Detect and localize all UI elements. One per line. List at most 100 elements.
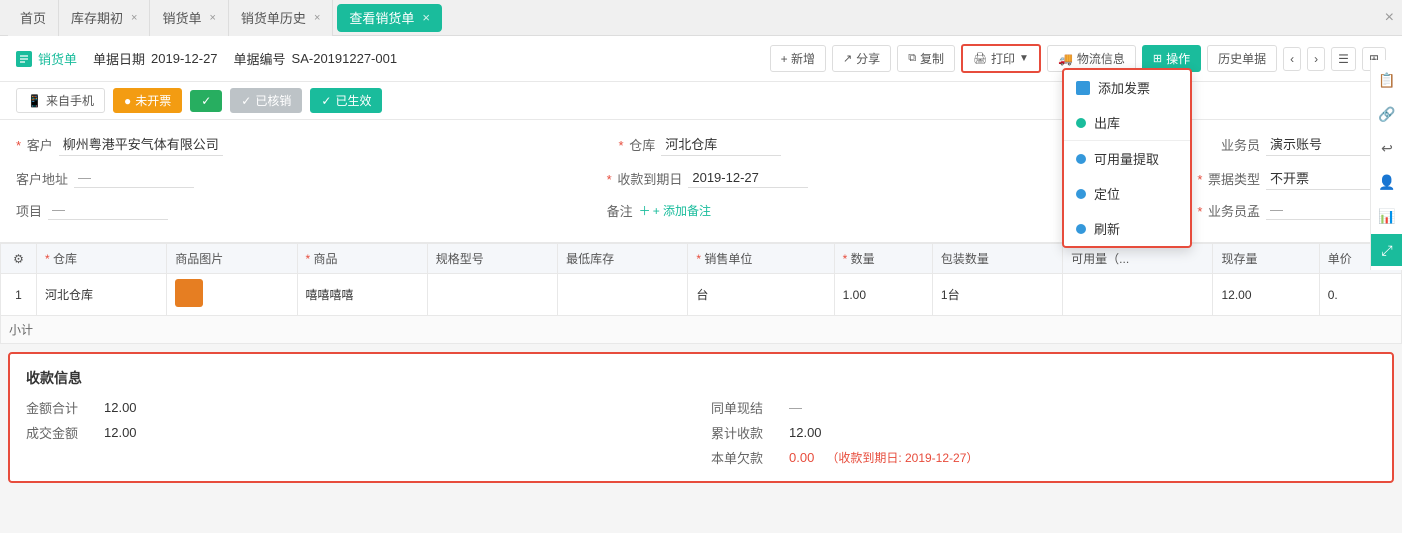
close-view-sales[interactable]: × [422,10,430,25]
locate-icon [1076,189,1086,199]
subtotal-label: 小计 [1,316,1402,344]
phone-icon: 📱 [27,94,42,108]
row-available [1063,274,1213,316]
address-value: — [74,168,194,188]
close-inventory-init[interactable]: × [131,12,137,24]
staff2-field: * 业务员孟 — [1197,200,1386,220]
cumulative-value: 12.00 [789,425,822,440]
history-button[interactable]: 历史单据 [1207,45,1277,72]
row-pack-qty: 1台 [932,274,1062,316]
ticket-type-value: 不开票 [1266,166,1386,190]
same-order-value: — [789,400,802,415]
col-image: 商品图片 [167,244,297,274]
balance-detail-row: 本单欠款 0.00 （收款到期日: 2019-12-27） [711,448,1376,467]
dropdown-outbound[interactable]: 出库 [1064,105,1190,140]
dropdown-qty-pick[interactable]: 可用量提取 [1064,141,1190,176]
row-current-stock: 12.00 [1213,274,1319,316]
share-button[interactable]: ↗ 分享 [832,45,891,72]
dropdown-add-invoice[interactable]: 添加发票 [1064,70,1190,105]
doc-number-area: 单据编号 SA-20191227-001 [234,49,398,68]
table-row: 1 河北仓库 嘻嘻嘻嘻 台 1.00 1台 12.00 0. [1,274,1402,316]
from-phone-button[interactable]: 📱 来自手机 [16,88,105,113]
logistics-icon: 🚚 [1058,52,1073,66]
check-icon: ✓ [201,94,211,108]
sidebar-icon-expand[interactable]: ⤢ [1371,234,1402,266]
sidebar-icon-link[interactable]: 🔗 [1371,98,1402,130]
tab-bar: 首页 库存期初 × 销货单 × 销货单历史 × 查看销货单 × × [0,0,1402,36]
window-close-button[interactable]: × [1385,9,1394,27]
effective-button[interactable]: ✓ 已生效 [310,88,382,113]
not-opened-button[interactable]: ● 未开票 [113,88,182,113]
sold-out-button[interactable]: ✓ 已核销 [230,88,302,113]
new-button[interactable]: + 新增 [770,45,826,72]
nav-prev-button[interactable]: ‹ [1283,47,1301,71]
plus-icon: ＋ [639,202,651,219]
col-current-stock: 现存量 [1213,244,1319,274]
dropdown-locate[interactable]: 定位 [1064,176,1190,211]
transaction-row: 成交金额 12.00 [26,423,691,442]
tab-sales-history[interactable]: 销货单历史 × [229,0,333,36]
ticket-icon: ● [124,94,131,108]
row-seq: 1 [1,274,37,316]
sold-icon: ✓ [241,94,251,108]
project-value: — [48,200,168,220]
add-invoice-icon [1076,81,1090,95]
done-check[interactable]: ✓ [190,90,222,112]
effective-icon: ✓ [321,94,331,108]
amount-total-row: 金额合计 12.00 [26,398,691,417]
col-quantity: * 数量 [834,244,932,274]
tab-sales-order[interactable]: 销货单 × [150,0,228,36]
col-min-stock: 最低库存 [558,244,688,274]
copy-button[interactable]: ⧉ 复制 [897,45,955,72]
col-gear[interactable]: ⚙ [1,244,37,274]
col-available: 可用量（... [1063,244,1213,274]
address-field: 客户地址 — [16,168,599,188]
transaction-value: 12.00 [104,425,137,440]
col-product: * 商品 [297,244,427,274]
operation-icon: ⊞ [1153,52,1162,65]
payment-grid: 金额合计 12.00 同单现结 — 成交金额 12.00 累计收款 12.00 … [26,398,1376,467]
tab-inventory-init[interactable]: 库存期初 × [59,0,150,36]
sidebar-icon-clipboard[interactable]: 📋 [1371,64,1402,96]
payment-info-panel: 收款信息 金额合计 12.00 同单现结 — 成交金额 12.00 累计收款 1… [8,352,1394,483]
tab-home[interactable]: 首页 [8,0,59,36]
project-field: 项目 — [16,200,599,220]
sidebar-icon-user[interactable]: 👤 [1371,166,1402,198]
customer-field: * 客户 柳州粤港平安气体有限公司 [16,132,611,156]
col-spec: 规格型号 [427,244,557,274]
tab-view-sales[interactable]: 查看销货单 × [337,4,442,32]
view-list-button[interactable]: ☰ [1331,47,1356,71]
subtotal-row: 小计 [1,316,1402,344]
close-sales-history[interactable]: × [314,12,320,24]
staff-value: 演示账号 [1266,132,1386,156]
row-unit-price: 0. [1319,274,1401,316]
copy-icon: ⧉ [908,52,916,65]
row-product: 嘻嘻嘻嘻 [297,274,427,316]
payment-info-title: 收款信息 [26,368,1376,388]
doc-title-icon [16,51,32,67]
row-quantity: 1.00 [834,274,932,316]
row-min-stock [558,274,688,316]
product-table: ⚙ * 仓库 商品图片 * 商品 规格型号 最低库存 * 销售单位 * 数量 包… [0,243,1402,344]
add-note-button[interactable]: ＋ + 添加备注 [639,202,711,219]
sidebar-icon-chart[interactable]: 📊 [1371,200,1402,232]
staff-field: 业务员 演示账号 [1221,132,1386,156]
col-sales-unit: * 销售单位 [688,244,834,274]
ticket-type-field: * 票据类型 不开票 [1197,166,1386,190]
doc-date-area: 单据日期 2019-12-27 [93,49,218,68]
sidebar-icon-return[interactable]: ↩ [1371,132,1402,164]
nav-next-button[interactable]: › [1307,47,1325,71]
cumulative-row: 累计收款 12.00 [711,423,1376,442]
share-icon: ↗ [843,52,852,65]
close-sales-order[interactable]: × [209,12,215,24]
payment-date-value: 2019-12-27 [688,168,808,188]
same-order-row: 同单现结 — [711,398,1376,417]
balance-note: （收款到期日: 2019-12-27） [826,449,978,466]
row-image [167,274,297,316]
refresh-icon [1076,224,1086,234]
doc-type-label: 销货单 [38,49,77,68]
print-button[interactable]: 🖨 打印 ▼ [961,44,1041,73]
print-icon: 🖨 [973,52,987,65]
dropdown-refresh[interactable]: 刷新 [1064,211,1190,246]
balance-row [26,448,691,467]
